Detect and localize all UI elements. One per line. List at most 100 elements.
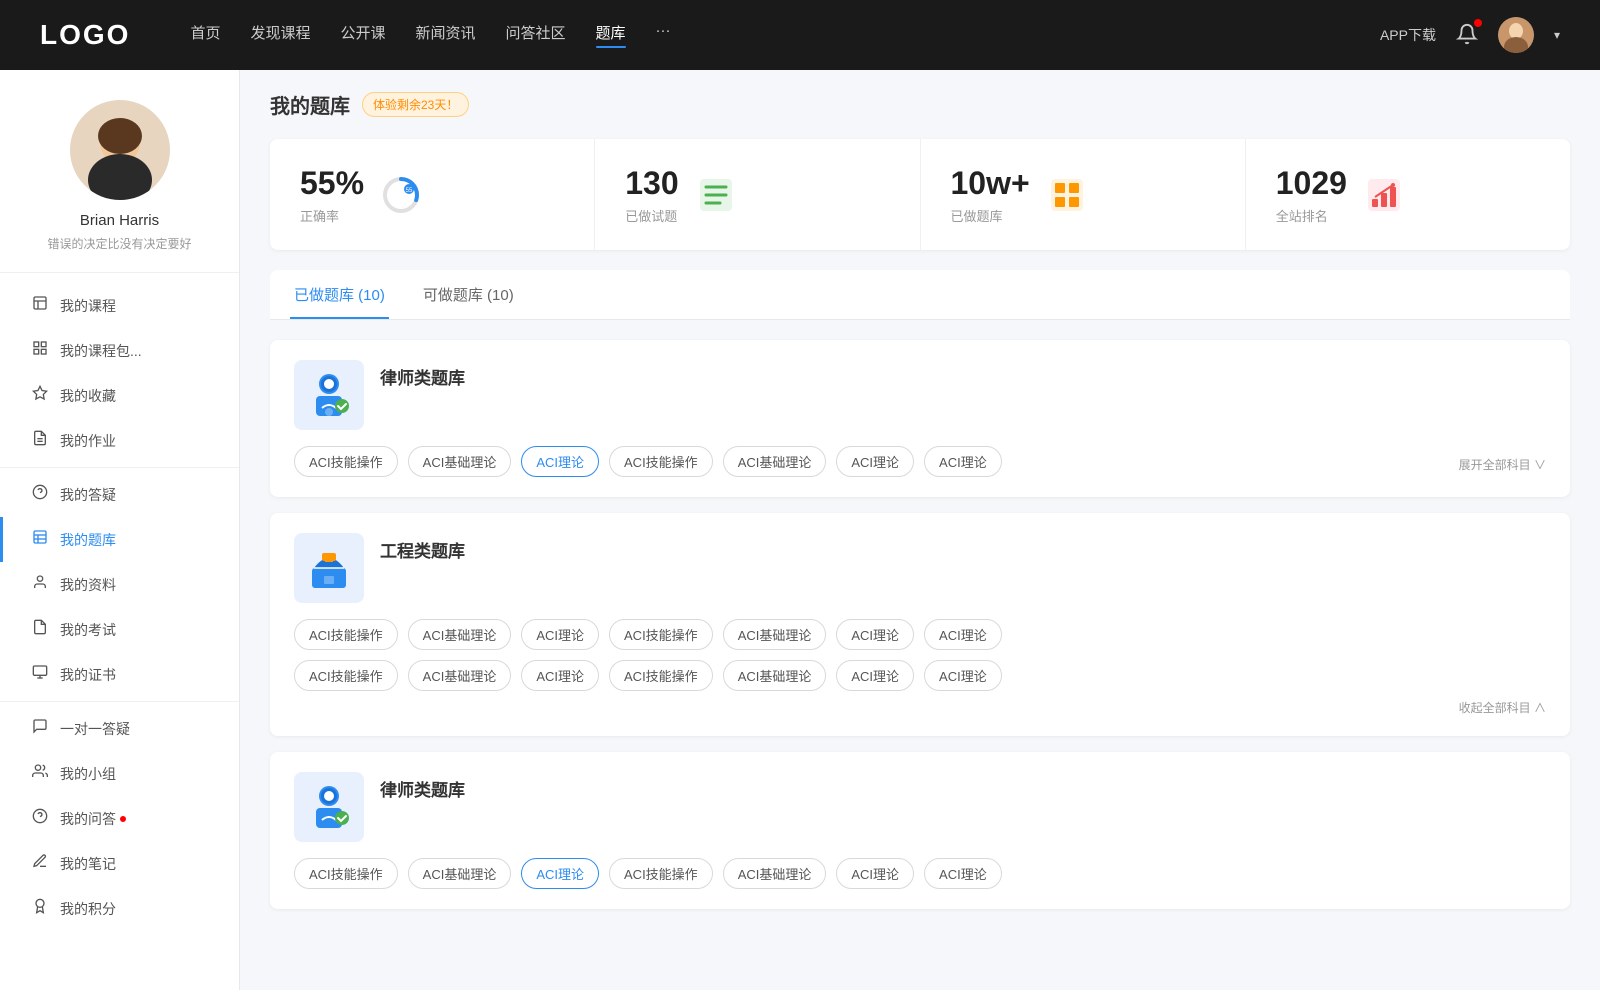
points-icon (30, 898, 50, 919)
question-notification-dot (120, 816, 126, 822)
sidebar-item-notes[interactable]: 我的笔记 (0, 841, 239, 886)
sidebar-item-my-qa[interactable]: 我的答疑 (0, 472, 239, 517)
tag-active[interactable]: ACI理论 (521, 858, 599, 889)
tag[interactable]: ACI技能操作 (609, 619, 713, 650)
tag[interactable]: ACI基础理论 (723, 858, 827, 889)
stat-value-ranking: 1029 (1276, 164, 1347, 202)
tag[interactable]: ACI基础理论 (408, 446, 512, 477)
tab-done-banks[interactable]: 已做题库 (10) (290, 270, 389, 319)
favorites-icon (30, 385, 50, 406)
tag[interactable]: ACI基础理论 (723, 660, 827, 691)
sidebar-item-course-package[interactable]: 我的课程包... (0, 328, 239, 373)
menu-label: 我的证书 (60, 665, 116, 685)
bank-card-lawyer-1: 律师类题库 ACI技能操作 ACI基础理论 ACI理论 ACI技能操作 ACI基… (270, 340, 1570, 497)
tag[interactable]: ACI理论 (836, 619, 914, 650)
tag[interactable]: ACI理论 (924, 660, 1002, 691)
nav-item-bank[interactable]: 题库 (596, 22, 626, 48)
app-download-button[interactable]: APP下载 (1380, 25, 1436, 45)
nav-item-more[interactable]: ··· (656, 22, 671, 48)
stat-label-done-banks: 已做题库 (951, 206, 1030, 225)
nav-item-discover[interactable]: 发现课程 (250, 22, 310, 48)
one-on-one-icon (30, 718, 50, 739)
tag[interactable]: ACI技能操作 (294, 619, 398, 650)
qa-icon (30, 484, 50, 505)
tag[interactable]: ACI技能操作 (609, 858, 713, 889)
menu-label: 我的笔记 (60, 854, 116, 874)
menu-label: 我的课程 (60, 296, 116, 316)
menu-label: 我的课程包... (60, 341, 142, 361)
tag[interactable]: ACI技能操作 (294, 660, 398, 691)
sidebar-item-my-courses[interactable]: 我的课程 (0, 283, 239, 328)
stat-value-done-banks: 10w+ (951, 164, 1030, 202)
navbar: LOGO 首页 发现课程 公开课 新闻资讯 问答社区 题库 ··· APP下载 (0, 0, 1600, 70)
sidebar-item-homework[interactable]: 我的作业 (0, 418, 239, 463)
tag[interactable]: ACI理论 (836, 858, 914, 889)
stats-row: 55% 正确率 55 130 已做试题 (270, 139, 1570, 250)
bank-card-header-1: 律师类题库 (294, 360, 1546, 430)
sidebar-item-favorites[interactable]: 我的收藏 (0, 373, 239, 418)
tag[interactable]: ACI基础理论 (723, 619, 827, 650)
tag[interactable]: ACI基础理论 (723, 446, 827, 477)
sidebar-item-exam[interactable]: 我的考试 (0, 607, 239, 652)
sidebar-item-certificate[interactable]: 我的证书 (0, 652, 239, 697)
done-banks-icon (1046, 174, 1088, 216)
avatar (70, 100, 170, 200)
tag[interactable]: ACI技能操作 (294, 446, 398, 477)
tag[interactable]: ACI理论 (836, 446, 914, 477)
profile-icon (30, 574, 50, 595)
main-content: 我的题库 体验剩余23天！ 55% 正确率 55 (240, 70, 1600, 990)
sidebar-item-question-bank[interactable]: 我的题库 (0, 517, 239, 562)
menu-label: 我的作业 (60, 431, 116, 451)
nav-item-qa[interactable]: 问答社区 (506, 22, 566, 48)
tag[interactable]: ACI理论 (924, 619, 1002, 650)
tag[interactable]: ACI技能操作 (609, 660, 713, 691)
nav-item-open[interactable]: 公开课 (340, 22, 385, 48)
sidebar-item-one-on-one[interactable]: 一对一答疑 (0, 706, 239, 751)
done-questions-icon (695, 174, 737, 216)
tag[interactable]: ACI理论 (924, 446, 1002, 477)
bank-card-header-3: 律师类题库 (294, 772, 1546, 842)
tag-active[interactable]: ACI理论 (521, 446, 599, 477)
notification-bell[interactable] (1456, 23, 1478, 48)
bank-card-engineer: 工程类题库 ACI技能操作 ACI基础理论 ACI理论 ACI技能操作 ACI基… (270, 513, 1570, 736)
sidebar-item-profile[interactable]: 我的资料 (0, 562, 239, 607)
expand-link-1[interactable]: 展开全部科目 ∨ (1459, 451, 1546, 473)
page-title: 我的题库 (270, 90, 350, 119)
tag[interactable]: ACI基础理论 (408, 858, 512, 889)
certificate-icon (30, 664, 50, 685)
tag[interactable]: ACI理论 (836, 660, 914, 691)
user-avatar[interactable] (1498, 17, 1534, 53)
user-menu-chevron[interactable]: ▾ (1554, 28, 1560, 42)
page-layout: Brian Harris 错误的决定比没有决定要好 我的课程 我的课程包... (0, 70, 1600, 990)
tag[interactable]: ACI基础理论 (408, 619, 512, 650)
ranking-icon (1363, 174, 1405, 216)
tag[interactable]: ACI理论 (924, 858, 1002, 889)
bank-icon-lawyer-1 (294, 360, 364, 430)
collapse-link-2[interactable]: 收起全部科目 ∧ (294, 699, 1546, 716)
nav-item-home[interactable]: 首页 (190, 22, 220, 48)
menu-label: 我的考试 (60, 620, 116, 640)
tag[interactable]: ACI技能操作 (294, 858, 398, 889)
tag[interactable]: ACI理论 (521, 619, 599, 650)
group-icon (30, 763, 50, 784)
sidebar-item-group[interactable]: 我的小组 (0, 751, 239, 796)
sidebar-item-my-questions[interactable]: 我的问答 (0, 796, 239, 841)
bank-title-3: 律师类题库 (380, 772, 1546, 801)
bank-tags-section-2: ACI技能操作 ACI基础理论 ACI理论 ACI技能操作 ACI基础理论 AC… (294, 619, 1546, 691)
tag[interactable]: ACI理论 (521, 660, 599, 691)
stat-label-ranking: 全站排名 (1276, 206, 1347, 225)
sidebar-profile: Brian Harris 错误的决定比没有决定要好 (0, 70, 239, 273)
trial-badge: 体验剩余23天！ (362, 92, 469, 117)
tab-available-banks[interactable]: 可做题库 (10) (419, 270, 518, 319)
tags-row-1: ACI技能操作 ACI基础理论 ACI理论 ACI技能操作 ACI基础理论 AC… (294, 446, 1546, 477)
tag[interactable]: ACI技能操作 (609, 446, 713, 477)
tag[interactable]: ACI基础理论 (408, 660, 512, 691)
profile-name: Brian Harris (80, 212, 159, 229)
nav-item-news[interactable]: 新闻资讯 (416, 22, 476, 48)
bank-icon-lawyer-2 (294, 772, 364, 842)
homework-icon (30, 430, 50, 451)
bank-title-2: 工程类题库 (380, 533, 1546, 562)
stat-label-done-q: 已做试题 (625, 206, 678, 225)
stat-done-banks: 10w+ 已做题库 (921, 139, 1246, 250)
sidebar-item-points[interactable]: 我的积分 (0, 886, 239, 931)
